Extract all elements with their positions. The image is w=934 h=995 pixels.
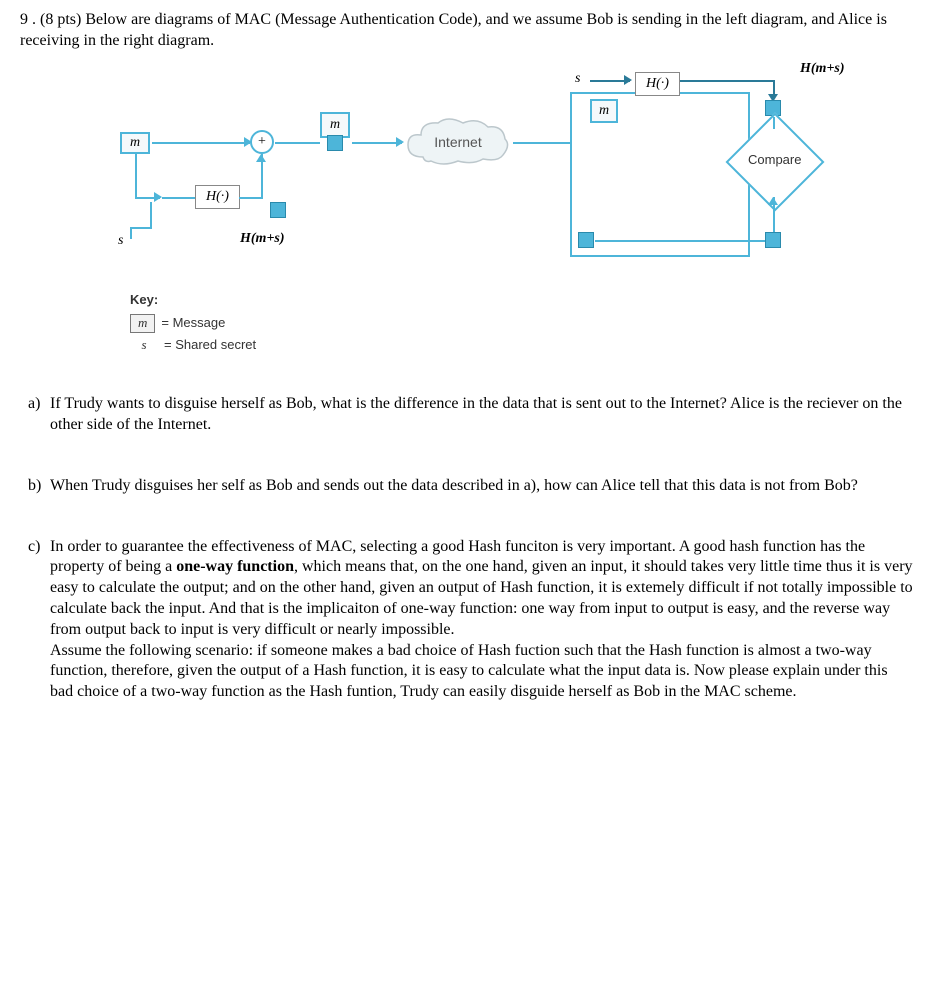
question-a-body: If Trudy wants to disguise herself as Bo… xyxy=(50,394,914,436)
sender-hms-label: H(m+s) xyxy=(240,230,285,248)
arrow-icon xyxy=(154,192,162,202)
question-header: 9 . (8 pts) Below are diagrams of MAC (M… xyxy=(20,10,914,52)
question-b-body: When Trudy disguises her self as Bob and… xyxy=(50,476,914,497)
line xyxy=(513,142,571,144)
internet-cloud: Internet xyxy=(403,117,513,167)
key-s-symbol: s xyxy=(130,337,158,354)
question-c-letter: c) xyxy=(20,537,50,703)
sender-hash-box: H(·) xyxy=(195,185,240,209)
key-m-symbol: m xyxy=(130,314,155,333)
line xyxy=(275,142,320,144)
question-c-body: In order to guarantee the effectiveness … xyxy=(50,537,914,703)
question-a-letter: a) xyxy=(20,394,50,436)
receiver-bottom-icon xyxy=(765,232,781,248)
line xyxy=(773,117,775,129)
question-points: (8 pts) xyxy=(40,11,81,28)
line xyxy=(352,142,402,144)
sender-s-label: s xyxy=(118,232,123,250)
line xyxy=(135,154,137,199)
question-text: Below are diagrams of MAC (Message Authe… xyxy=(20,11,887,49)
receiver-hash-box: H(·) xyxy=(635,72,680,96)
receiver-hms-label: H(m+s) xyxy=(800,60,845,78)
qc-p1-bold: one-way function xyxy=(176,558,294,575)
question-b-letter: b) xyxy=(20,476,50,497)
key-row-m: m = Message xyxy=(130,314,914,333)
key-m-desc: = Message xyxy=(161,315,225,332)
receiver-hash-in-icon xyxy=(578,232,594,248)
line xyxy=(152,142,250,144)
hash-output-icon xyxy=(270,202,286,218)
receiver-m-box: m xyxy=(590,99,618,123)
combined-hash-icon xyxy=(327,135,343,151)
line xyxy=(162,197,195,199)
arrow-icon xyxy=(768,197,778,205)
compare-label: Compare xyxy=(748,152,801,169)
arrow-icon xyxy=(624,75,632,85)
key-title: Key: xyxy=(130,292,914,309)
receiver-s-label: s xyxy=(575,70,580,88)
sender-m-box: m xyxy=(120,132,150,154)
line xyxy=(239,197,262,199)
key-row-s: s = Shared secret xyxy=(130,337,914,354)
plus-circle: + xyxy=(250,130,274,154)
internet-label: Internet xyxy=(434,133,481,151)
line xyxy=(595,240,765,242)
diagram-key: Key: m = Message s = Shared secret xyxy=(130,292,914,355)
qc-p2: Assume the following scenario: if someon… xyxy=(50,642,888,701)
question-a: a) If Trudy wants to disguise herself as… xyxy=(20,394,914,436)
mac-diagram: m + s H(·) H(m+s) m Internet m s H(·) H(… xyxy=(120,72,920,272)
question-number: 9 . xyxy=(20,11,36,28)
line xyxy=(150,202,152,229)
question-c: c) In order to guarantee the effectivene… xyxy=(20,537,914,703)
question-b: b) When Trudy disguises her self as Bob … xyxy=(20,476,914,497)
line xyxy=(680,80,775,82)
arrow-icon xyxy=(256,154,266,162)
key-s-desc: = Shared secret xyxy=(164,337,256,354)
line xyxy=(130,227,152,229)
questions-list: a) If Trudy wants to disguise herself as… xyxy=(20,394,914,703)
